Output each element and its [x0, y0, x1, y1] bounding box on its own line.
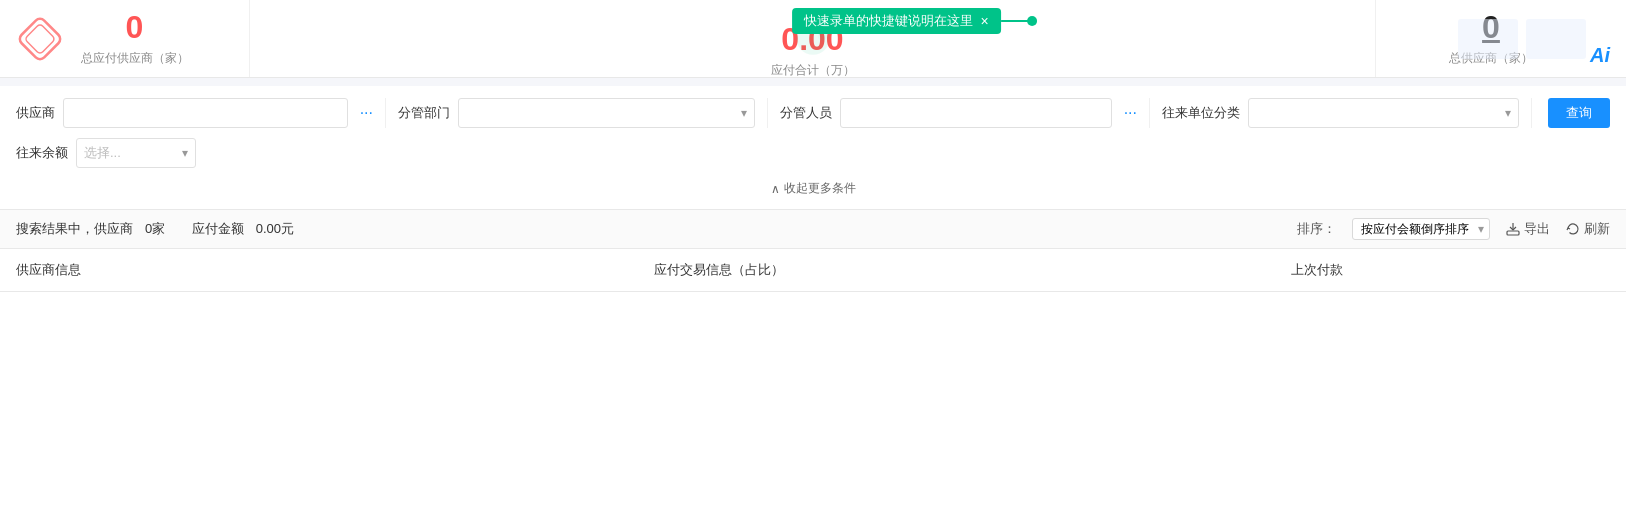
table-col-2: 应付交易信息（占比）	[654, 261, 1292, 279]
filter-section: 供应商 ··· 分管部门 ▾ 分管人员 ··· 往来单位分类	[0, 86, 1626, 210]
amount-prefix: 应付金额	[192, 221, 244, 236]
filter-person: 分管人员 ···	[768, 98, 1150, 128]
table-section: 供应商信息 应付交易信息（占比） 上次付款	[0, 249, 1626, 515]
results-right: 排序： 按应付会额倒序排序 ▾ 导出 刷新	[1297, 218, 1610, 240]
results-left: 搜索结果中，供应商 0家 应付金额 0.00元	[16, 220, 306, 238]
tooltip-text: 快速录单的快捷键说明在这里	[804, 12, 973, 30]
export-button[interactable]: 导出	[1506, 220, 1550, 238]
amount-value: 0.00元	[256, 221, 294, 236]
stat-card-suppliers: 0 总应付供应商（家）	[60, 10, 209, 67]
export-label: 导出	[1524, 220, 1550, 238]
unit-label: 往来单位分类	[1162, 104, 1240, 122]
balance-select-wrapper: 选择... ▾	[76, 138, 196, 168]
supplier-label: 供应商	[16, 104, 55, 122]
unit-select[interactable]	[1248, 98, 1519, 128]
payable-total-label: 应付合计（万）	[771, 62, 855, 79]
table-col-1: 供应商信息	[16, 261, 654, 279]
search-count: 0家	[145, 221, 165, 236]
table-body	[0, 292, 1626, 515]
diamond-icon	[16, 15, 64, 63]
dept-select-wrapper: ▾	[458, 98, 755, 128]
tooltip-close-btn[interactable]: ×	[981, 14, 989, 28]
tooltip-dot	[1027, 16, 1037, 26]
collapse-button[interactable]: ∧ 收起更多条件	[771, 180, 856, 197]
svg-rect-0	[17, 16, 62, 61]
supplier-dots-btn[interactable]: ···	[360, 104, 373, 122]
tooltip-bubble: 快速录单的快捷键说明在这里 ×	[792, 8, 1001, 34]
dept-select[interactable]	[458, 98, 755, 128]
results-bar: 搜索结果中，供应商 0家 应付金额 0.00元 排序： 按应付会额倒序排序 ▾ 导出…	[0, 210, 1626, 249]
stat-payable-total: 快速录单的快捷键说明在这里 × 0.00 应付合计（万）	[250, 0, 1376, 77]
sort-select-wrapper: 按应付会额倒序排序 ▾	[1352, 218, 1490, 240]
mini-card-1	[1458, 19, 1518, 59]
stat-total-suppliers: 0 总供应商（家） Ai	[1376, 0, 1626, 77]
balance-select[interactable]	[76, 138, 196, 168]
filter-row-1: 供应商 ··· 分管部门 ▾ 分管人员 ··· 往来单位分类	[16, 98, 1610, 128]
payable-suppliers-number: 0	[126, 10, 144, 45]
person-label: 分管人员	[780, 104, 832, 122]
ai-label: Ai	[1590, 44, 1610, 67]
filter-supplier: 供应商 ···	[16, 98, 386, 128]
collapse-bar: ∧ 收起更多条件	[16, 176, 1610, 205]
filter-dept: 分管部门 ▾	[386, 98, 768, 128]
query-button[interactable]: 查询	[1548, 98, 1610, 128]
stats-bar: 0 总应付供应商（家） 快速录单的快捷键说明在这里 × 0.00 应付合计（万）	[0, 0, 1626, 78]
svg-rect-5	[1507, 231, 1519, 235]
filter-row-2: 往来余额 选择... ▾	[16, 138, 1610, 168]
person-dots-btn[interactable]: ···	[1124, 104, 1137, 122]
dept-label: 分管部门	[398, 104, 450, 122]
sort-label: 排序：	[1297, 220, 1336, 238]
refresh-icon	[1566, 222, 1580, 236]
refresh-label: 刷新	[1584, 220, 1610, 238]
balance-label: 往来余额	[16, 144, 68, 162]
filter-unit: 往来单位分类 ▾	[1150, 98, 1532, 128]
payable-suppliers-label: 总应付供应商（家）	[81, 50, 189, 67]
sort-select[interactable]: 按应付会额倒序排序	[1352, 218, 1490, 240]
mini-stat-cards	[1458, 19, 1586, 59]
search-prefix: 搜索结果中，供应商	[16, 221, 133, 236]
person-input-wrapper	[840, 98, 1112, 128]
person-input[interactable]	[840, 98, 1112, 128]
mini-card-2	[1526, 19, 1586, 59]
supplier-input-wrapper	[63, 98, 348, 128]
export-icon	[1506, 222, 1520, 236]
collapse-label: 收起更多条件	[784, 180, 856, 197]
stat-payable-suppliers: 0 总应付供应商（家）	[0, 0, 250, 77]
refresh-button[interactable]: 刷新	[1566, 220, 1610, 238]
collapse-icon: ∧	[771, 182, 780, 196]
table-col-3: 上次付款	[1291, 261, 1610, 279]
unit-select-wrapper: ▾	[1248, 98, 1519, 128]
table-header: 供应商信息 应付交易信息（占比） 上次付款	[0, 249, 1626, 292]
supplier-input[interactable]	[63, 98, 348, 128]
